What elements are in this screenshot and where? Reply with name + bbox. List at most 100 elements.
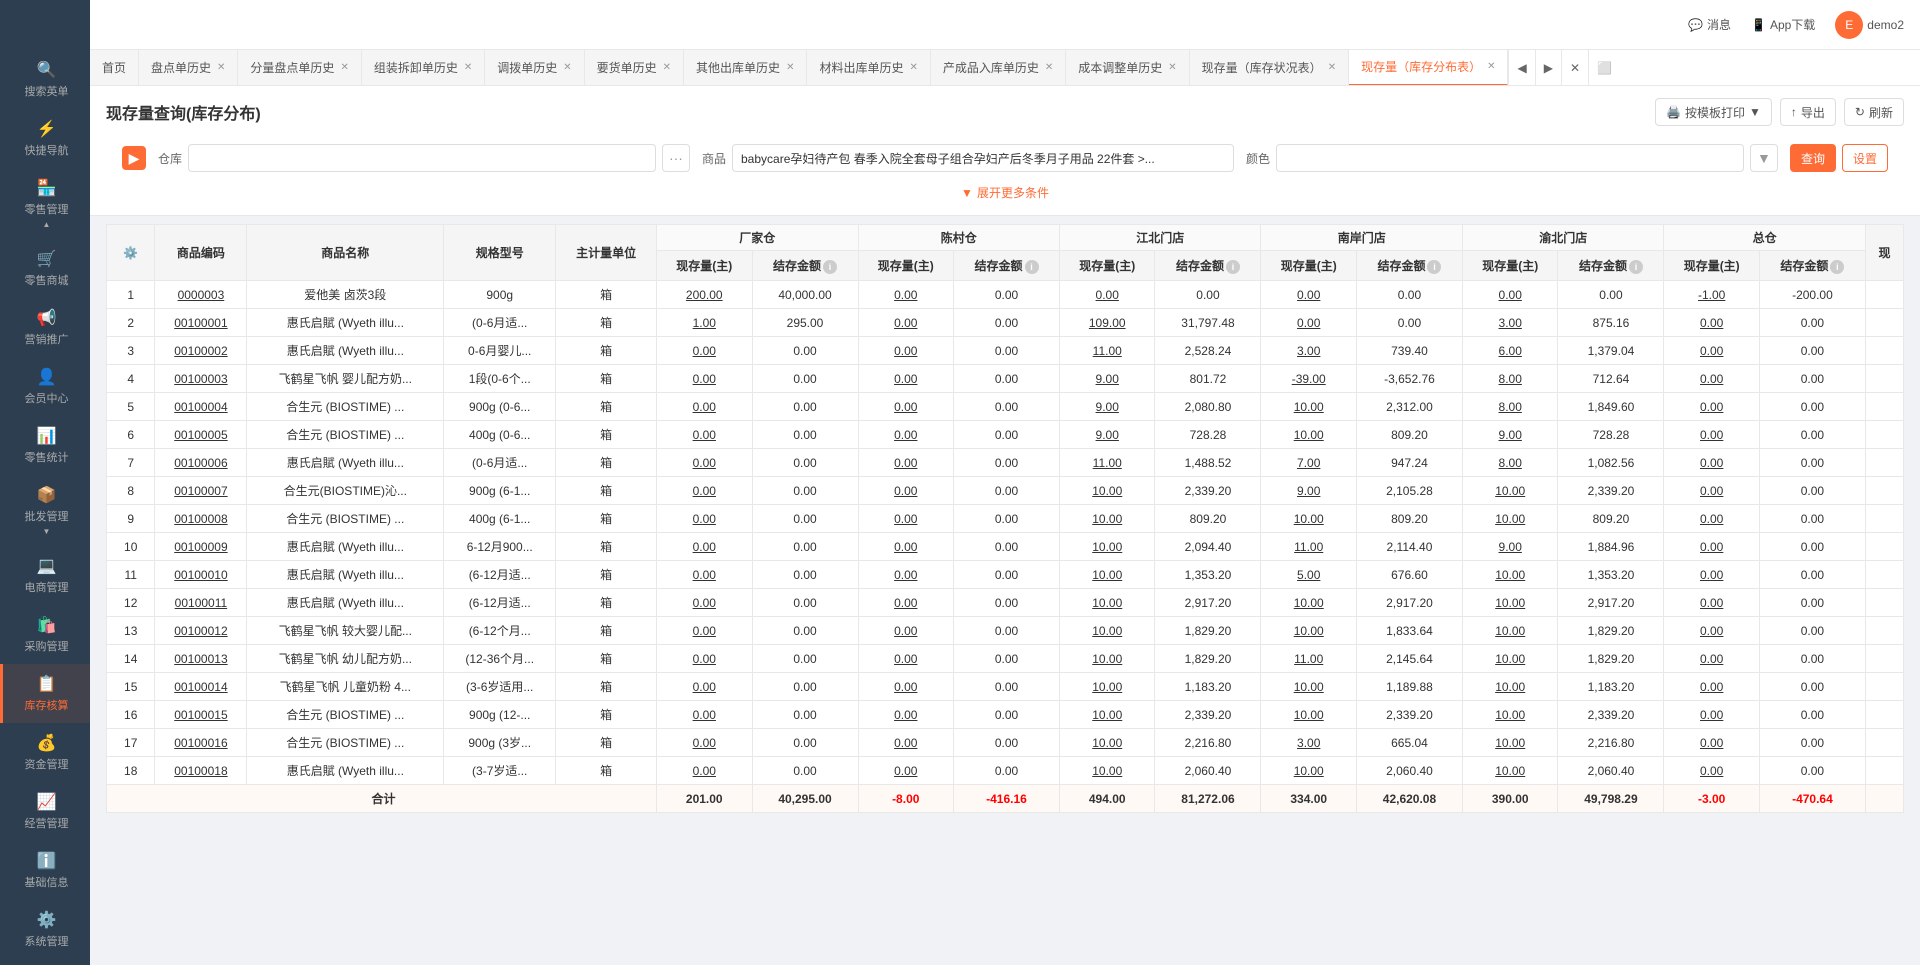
th-jiangbei-amt: 结存金额i — [1155, 251, 1261, 281]
th-factory-qty: 现存量(主) — [657, 251, 753, 281]
tab-cost-adj[interactable]: 成本调整单历史 ✕ — [1066, 50, 1189, 86]
sidebar-item-biz-mgmt[interactable]: 📈 经营管理 — [0, 782, 90, 841]
cell-total-amt: 0.00 — [1759, 617, 1865, 645]
user-label: demo2 — [1867, 18, 1904, 32]
summary-yubei-qty: 390.00 — [1462, 785, 1558, 813]
warehouse-ellipsis-btn[interactable]: ··· — [662, 144, 690, 172]
table-settings-icon[interactable]: ⚙️ — [121, 243, 141, 263]
tab-close-product-in[interactable]: ✕ — [1045, 62, 1053, 73]
tab-product-in[interactable]: 产成品入库单历史 ✕ — [931, 50, 1066, 86]
tab-prev-btn[interactable]: ◀ — [1508, 50, 1534, 86]
message-btn[interactable]: 💬 消息 — [1688, 16, 1731, 33]
th-code: 商品编码 — [155, 225, 247, 281]
print-btn[interactable]: 🖨️ 按模板打印 ▼ — [1655, 98, 1772, 126]
sidebar-item-inventory[interactable]: 📋 库存核算 — [0, 664, 90, 723]
tab-close-all-btn[interactable]: ✕ — [1561, 50, 1588, 86]
color-input[interactable] — [1276, 144, 1744, 172]
settings-btn[interactable]: 设置 — [1842, 144, 1888, 172]
sidebar-item-search[interactable]: 🔍 搜索英单 — [0, 50, 90, 109]
cell-factory-qty: 0.00 — [657, 505, 753, 533]
tab-order[interactable]: 要货单历史 ✕ — [585, 50, 684, 86]
app-download-btn[interactable]: 📱 App下载 — [1751, 16, 1815, 33]
th-nanan-store: 南岸门店 — [1261, 225, 1462, 251]
sidebar-item-purchase[interactable]: 🛍️ 采购管理 — [0, 605, 90, 664]
cell-extra — [1865, 505, 1903, 533]
cell-total-amt: 0.00 — [1759, 365, 1865, 393]
th-settings[interactable]: ⚙️ — [107, 225, 155, 281]
tab-close-stock-detail[interactable]: ✕ — [340, 62, 348, 73]
table-row: 15 00100014 飞鹤星飞帆 儿童奶粉 4... (3-6岁适用... 箱… — [107, 673, 1904, 701]
cell-nanan-amt: 2,105.28 — [1356, 477, 1462, 505]
color-dropdown-btn[interactable]: ▼ — [1750, 144, 1778, 172]
th-extra: 现 — [1865, 225, 1903, 281]
cell-jiangbei-qty: 10.00 — [1059, 729, 1155, 757]
expand-more-btn[interactable]: ▼ 展开更多条件 — [122, 180, 1888, 205]
sidebar-item-finance[interactable]: 💰 资金管理 — [0, 723, 90, 782]
cell-chen-amt: 0.00 — [954, 365, 1060, 393]
nanan-amt-info[interactable]: i — [1427, 260, 1441, 274]
sidebar-item-quick-nav[interactable]: ⚡ 快捷导航 — [0, 109, 90, 168]
chevron-up-icon: ▲ — [43, 220, 51, 229]
product-input[interactable] — [732, 144, 1234, 172]
sidebar-item-retail-stat[interactable]: 📊 零售统计 — [0, 416, 90, 475]
tab-home[interactable]: 首页 — [90, 50, 139, 86]
cell-factory-qty: 0.00 — [657, 757, 753, 785]
cell-jiangbei-amt: 0.00 — [1155, 281, 1261, 309]
tab-material-in[interactable]: 材料出库单历史 ✕ — [807, 50, 930, 86]
tab-combo[interactable]: 组装拆卸单历史 ✕ — [362, 50, 485, 86]
sidebar-item-corp[interactable]: 🤝 企业协同 — [0, 959, 90, 965]
tab-stock-detail[interactable]: 分量盘点单历史 ✕ — [238, 50, 361, 86]
refresh-btn[interactable]: ↻ 刷新 — [1844, 98, 1904, 126]
yubei-amt-info[interactable]: i — [1629, 260, 1643, 274]
tab-inventory-table-label: 现存量（库存状况表） — [1202, 59, 1322, 76]
sidebar-item-wholesale[interactable]: 📦 批发管理 ▼ — [0, 475, 90, 546]
table-row: 17 00100016 合生元 (BIOSTIME) ... 900g (3岁.… — [107, 729, 1904, 757]
filter-color-group: 颜色 ▼ — [1246, 144, 1778, 172]
factory-amt-info[interactable]: i — [823, 260, 837, 274]
cell-factory-amt: 0.00 — [752, 393, 858, 421]
cell-factory-qty: 0.00 — [657, 673, 753, 701]
cell-nanan-qty: 5.00 — [1261, 561, 1357, 589]
tab-close-inventory-dist[interactable]: ✕ — [1487, 61, 1495, 72]
user-btn[interactable]: E demo2 — [1835, 11, 1904, 39]
tab-inventory-dist[interactable]: 现存量（库存分布表） ✕ — [1349, 50, 1508, 86]
cell-jiangbei-amt: 1,829.20 — [1155, 645, 1261, 673]
tab-next-btn[interactable]: ▶ — [1535, 50, 1561, 86]
tab-close-stock-single[interactable]: ✕ — [217, 62, 225, 73]
tab-close-inventory-table[interactable]: ✕ — [1328, 62, 1336, 73]
tab-expand-btn[interactable]: ⬜ — [1588, 50, 1620, 86]
th-yubei-qty: 现存量(主) — [1462, 251, 1558, 281]
sidebar-item-marketing[interactable]: 📢 营销推广 — [0, 298, 90, 357]
warehouse-input[interactable] — [188, 144, 656, 172]
cell-yubei-amt: 809.20 — [1558, 505, 1664, 533]
sidebar-item-ecommerce[interactable]: 💻 电商管理 — [0, 546, 90, 605]
query-btn[interactable]: 查询 — [1790, 144, 1836, 172]
tab-close-cost-adj[interactable]: ✕ — [1168, 62, 1176, 73]
export-btn[interactable]: ↑ 导出 — [1780, 98, 1836, 126]
tab-other-out[interactable]: 其他出库单历史 ✕ — [684, 50, 807, 86]
sidebar-item-basic-info[interactable]: ℹ️ 基础信息 — [0, 841, 90, 900]
tab-inventory-table[interactable]: 现存量（库存状况表） ✕ — [1190, 50, 1349, 86]
tab-close-material-in[interactable]: ✕ — [909, 62, 917, 73]
cell-factory-amt: 0.00 — [752, 757, 858, 785]
page-title: 现存量查询(库存分布) — [106, 100, 261, 124]
tab-transfer[interactable]: 调拨单历史 ✕ — [485, 50, 584, 86]
filter-expand-btn[interactable]: ▶ — [122, 146, 146, 170]
sidebar-item-retail-mgmt[interactable]: 🏪 零售管理 ▲ — [0, 168, 90, 239]
cell-extra — [1865, 645, 1903, 673]
cell-nanan-amt: 809.20 — [1356, 505, 1462, 533]
tab-close-transfer[interactable]: ✕ — [563, 62, 571, 73]
summary-jiangbei-qty: 494.00 — [1059, 785, 1155, 813]
jiangbei-amt-info[interactable]: i — [1226, 260, 1240, 274]
cell-chen-amt: 0.00 — [954, 337, 1060, 365]
tab-close-combo[interactable]: ✕ — [464, 62, 472, 73]
tab-close-other-out[interactable]: ✕ — [786, 62, 794, 73]
sidebar-item-member[interactable]: 👤 会员中心 — [0, 357, 90, 416]
tab-close-order[interactable]: ✕ — [663, 62, 671, 73]
chen-amt-info[interactable]: i — [1025, 260, 1039, 274]
sidebar-label-retail-stat: 零售统计 — [25, 449, 69, 465]
sidebar-item-retail-store[interactable]: 🛒 零售商城 — [0, 239, 90, 298]
tab-stock-single[interactable]: 盘点单历史 ✕ — [139, 50, 238, 86]
total-amt-info[interactable]: i — [1830, 260, 1844, 274]
sidebar-item-system[interactable]: ⚙️ 系统管理 — [0, 900, 90, 959]
